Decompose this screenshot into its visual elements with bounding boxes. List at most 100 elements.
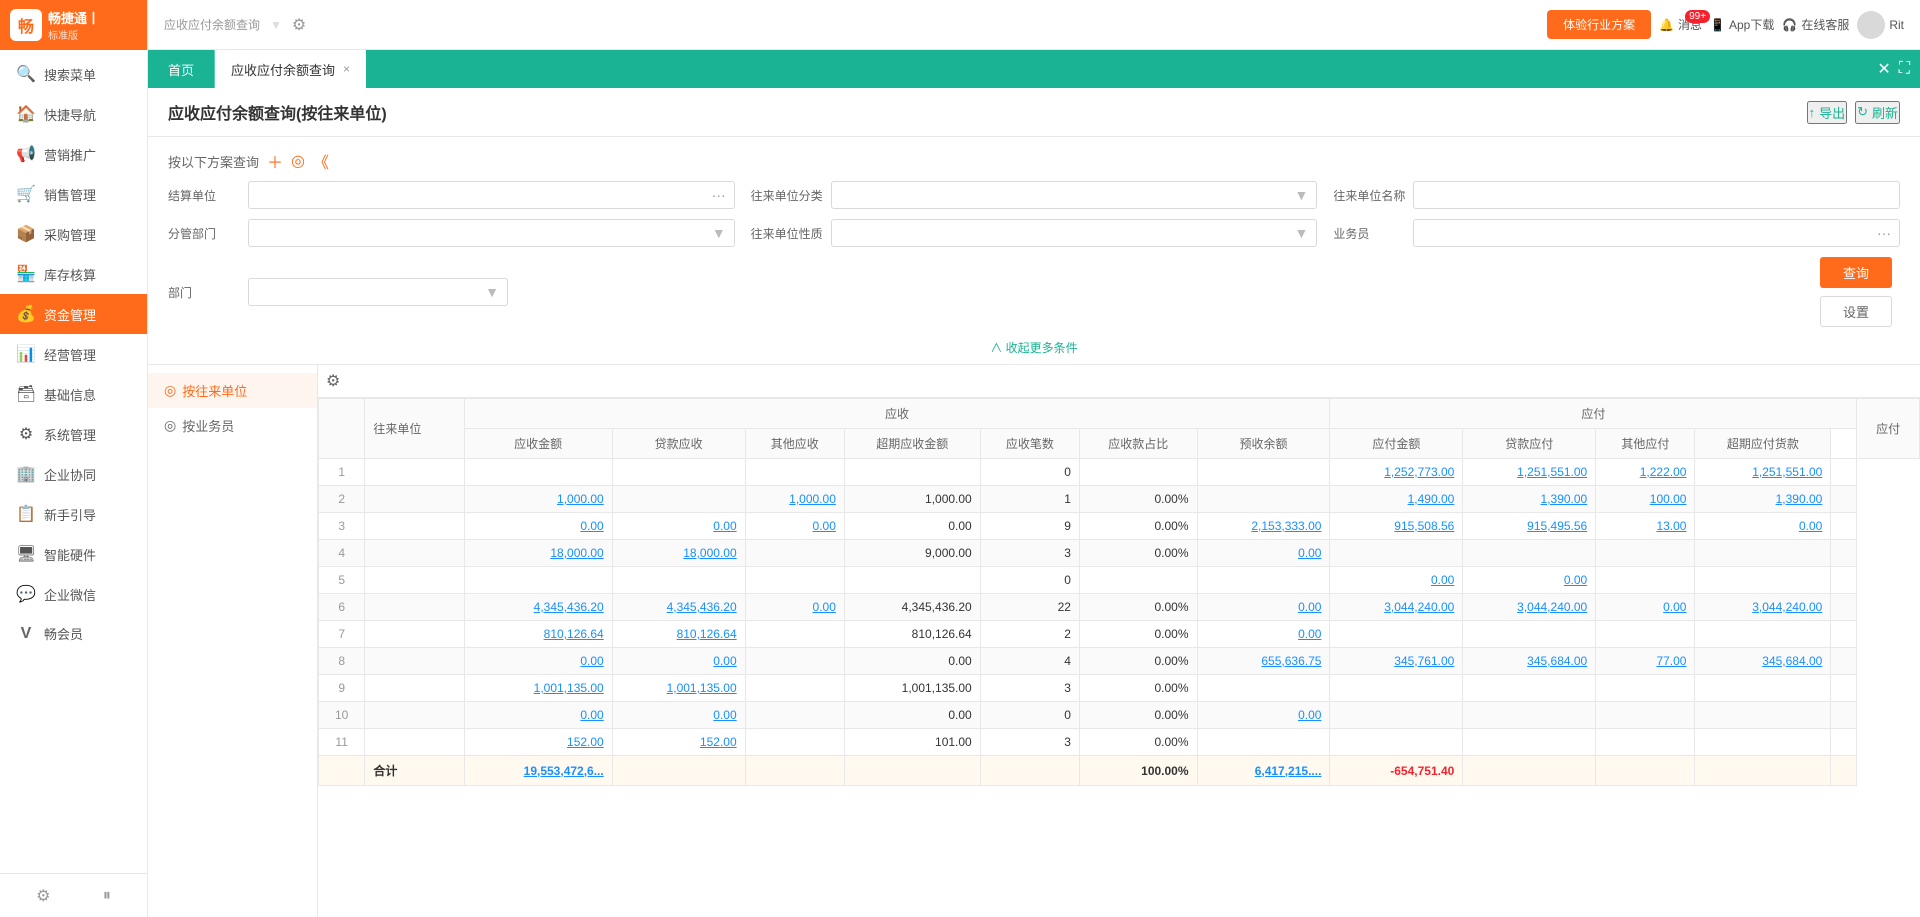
table-cell[interactable]: 810,126.64 [612,621,745,648]
setting-scheme-button[interactable]: ◎ [291,151,305,171]
sidebar-item-marketing[interactable]: 📢 营销推广 [0,134,147,174]
table-cell[interactable]: 3,044,240.00 [1330,594,1463,621]
sidebar-item-smart-hw[interactable]: 🖥 智能硬件 [0,534,147,574]
link-value[interactable]: 0.00 [713,519,736,533]
close-window-icon[interactable]: ✕ [1877,59,1890,79]
set-button[interactable]: 设置 [1820,296,1892,327]
link-value[interactable]: 915,508.56 [1394,519,1454,533]
fenlei-arrow[interactable]: ▼ [1294,187,1308,203]
link-value[interactable]: 3,044,240.00 [1517,600,1587,614]
table-cell[interactable]: 18,000.00 [464,540,612,567]
sidebar-item-inventory[interactable]: 🏪 库存核算 [0,254,147,294]
table-cell[interactable]: 345,684.00 [1463,648,1596,675]
left-panel-item-by-unit[interactable]: ◎ 按往来单位 [148,373,317,408]
table-cell[interactable]: 1,251,551.00 [1695,459,1831,486]
sidebar-item-base-info[interactable]: 🗃 基础信息 [0,374,147,414]
table-cell[interactable]: 0.00 [745,594,844,621]
table-cell[interactable]: 0.00 [1695,513,1831,540]
table-cell[interactable]: 915,495.56 [1463,513,1596,540]
table-cell[interactable]: 0.00 [1197,594,1330,621]
table-cell[interactable]: 2,153,333.00 [1197,513,1330,540]
link-value[interactable]: 0.00 [1799,519,1822,533]
table-cell[interactable]: 13.00 [1596,513,1695,540]
jiesuan-select[interactable]: ··· [248,181,735,209]
left-panel-item-by-staff[interactable]: ◎ 按业务员 [148,408,317,443]
table-cell[interactable]: 152.00 [464,729,612,756]
table-cell[interactable]: 1,001,135.00 [612,675,745,702]
table-cell[interactable]: 0.00 [1197,702,1330,729]
sidebar-item-quick-nav[interactable]: 🏠 快捷导航 [0,94,147,134]
query-button[interactable]: 查询 [1820,257,1892,288]
link-value[interactable]: 0.00 [1298,600,1321,614]
table-cell[interactable]: 0.00 [1463,567,1596,594]
yewuyuan-dots[interactable]: ··· [1877,225,1891,241]
expand-window-icon[interactable]: ⛶ [1899,60,1910,78]
table-cell[interactable]: 1,000.00 [745,486,844,513]
link-value[interactable]: 1,251,551.00 [1752,465,1822,479]
tab-home[interactable]: 首页 [148,50,215,88]
table-cell[interactable]: 1,390.00 [1463,486,1596,513]
notice-button[interactable]: 🔔 消息 99+ [1659,16,1702,33]
link-value[interactable]: 1,001,135.00 [667,681,737,695]
table-cell[interactable]: 0.00 [1330,567,1463,594]
link-value[interactable]: 345,684.00 [1762,654,1822,668]
sidebar-item-wechat[interactable]: 💬 企业微信 [0,574,147,614]
footer-yingshou-val[interactable]: 19,553,472,6... [524,764,604,778]
refresh-button[interactable]: ↻ 刷新 [1855,101,1900,124]
link-value[interactable]: 3,044,240.00 [1752,600,1822,614]
table-settings-gear-icon[interactable]: ⚙ [326,371,340,391]
link-value[interactable]: 1,222.00 [1640,465,1687,479]
link-value[interactable]: 152.00 [700,735,737,749]
link-value[interactable]: 810,126.64 [677,627,737,641]
app-download-button[interactable]: 📱 App下载 [1710,16,1774,33]
link-value[interactable]: 345,684.00 [1527,654,1587,668]
name-input[interactable] [1413,181,1900,209]
link-value[interactable]: 0.00 [813,600,836,614]
table-cell[interactable]: 0.00 [612,648,745,675]
table-cell[interactable]: 3,044,240.00 [1695,594,1831,621]
table-cell[interactable]: 0.00 [612,513,745,540]
link-value[interactable]: 100.00 [1650,492,1687,506]
xingzhi-arrow[interactable]: ▼ [1294,225,1308,241]
link-value[interactable]: 810,126.64 [544,627,604,641]
table-cell[interactable]: 345,684.00 [1695,648,1831,675]
link-value[interactable]: 655,636.75 [1261,654,1321,668]
table-cell[interactable]: 77.00 [1596,648,1695,675]
link-value[interactable]: 0.00 [813,519,836,533]
bumen-arrow[interactable]: ▼ [485,284,499,300]
link-value[interactable]: 1,390.00 [1541,492,1588,506]
table-cell[interactable]: 18,000.00 [612,540,745,567]
sidebar-item-finance[interactable]: 💰 资金管理 [0,294,147,334]
link-value[interactable]: 0.00 [580,654,603,668]
link-value[interactable]: 915,495.56 [1527,519,1587,533]
link-value[interactable]: 345,761.00 [1394,654,1454,668]
table-cell[interactable]: 0.00 [464,513,612,540]
table-cell[interactable]: 0.00 [745,513,844,540]
link-value[interactable]: 13.00 [1656,519,1686,533]
tab-close-icon[interactable]: × [343,62,350,76]
link-value[interactable]: 4,345,436.20 [534,600,604,614]
table-cell[interactable]: 0.00 [464,702,612,729]
link-value[interactable]: 0.00 [1564,573,1587,587]
table-cell[interactable]: 1,490.00 [1330,486,1463,513]
link-value[interactable]: 152.00 [567,735,604,749]
link-value[interactable]: 1,252,773.00 [1384,465,1454,479]
fenguanbu-arrow[interactable]: ▼ [712,225,726,241]
link-value[interactable]: 18,000.00 [683,546,736,560]
sidebar-item-member[interactable]: V 畅会员 [0,614,147,653]
link-value[interactable]: 77.00 [1656,654,1686,668]
table-cell[interactable]: 4,345,436.20 [612,594,745,621]
user-area[interactable]: Rit [1857,11,1904,39]
settings-bottom-icon[interactable]: ⚙ [36,886,50,906]
link-value[interactable]: 4,345,436.20 [667,600,737,614]
sidebar-item-operation[interactable]: 📊 经营管理 [0,334,147,374]
table-cell[interactable]: 100.00 [1596,486,1695,513]
table-cell[interactable]: 4,345,436.20 [464,594,612,621]
table-cell[interactable]: 655,636.75 [1197,648,1330,675]
table-cell[interactable]: 0.00 [1197,540,1330,567]
sidebar-item-search-menu[interactable]: 🔍 搜索菜单 [0,54,147,94]
link-value[interactable]: 2,153,333.00 [1251,519,1321,533]
export-button[interactable]: ↑ 导出 [1807,101,1848,124]
table-cell[interactable]: 915,508.56 [1330,513,1463,540]
link-value[interactable]: 0.00 [1431,573,1454,587]
